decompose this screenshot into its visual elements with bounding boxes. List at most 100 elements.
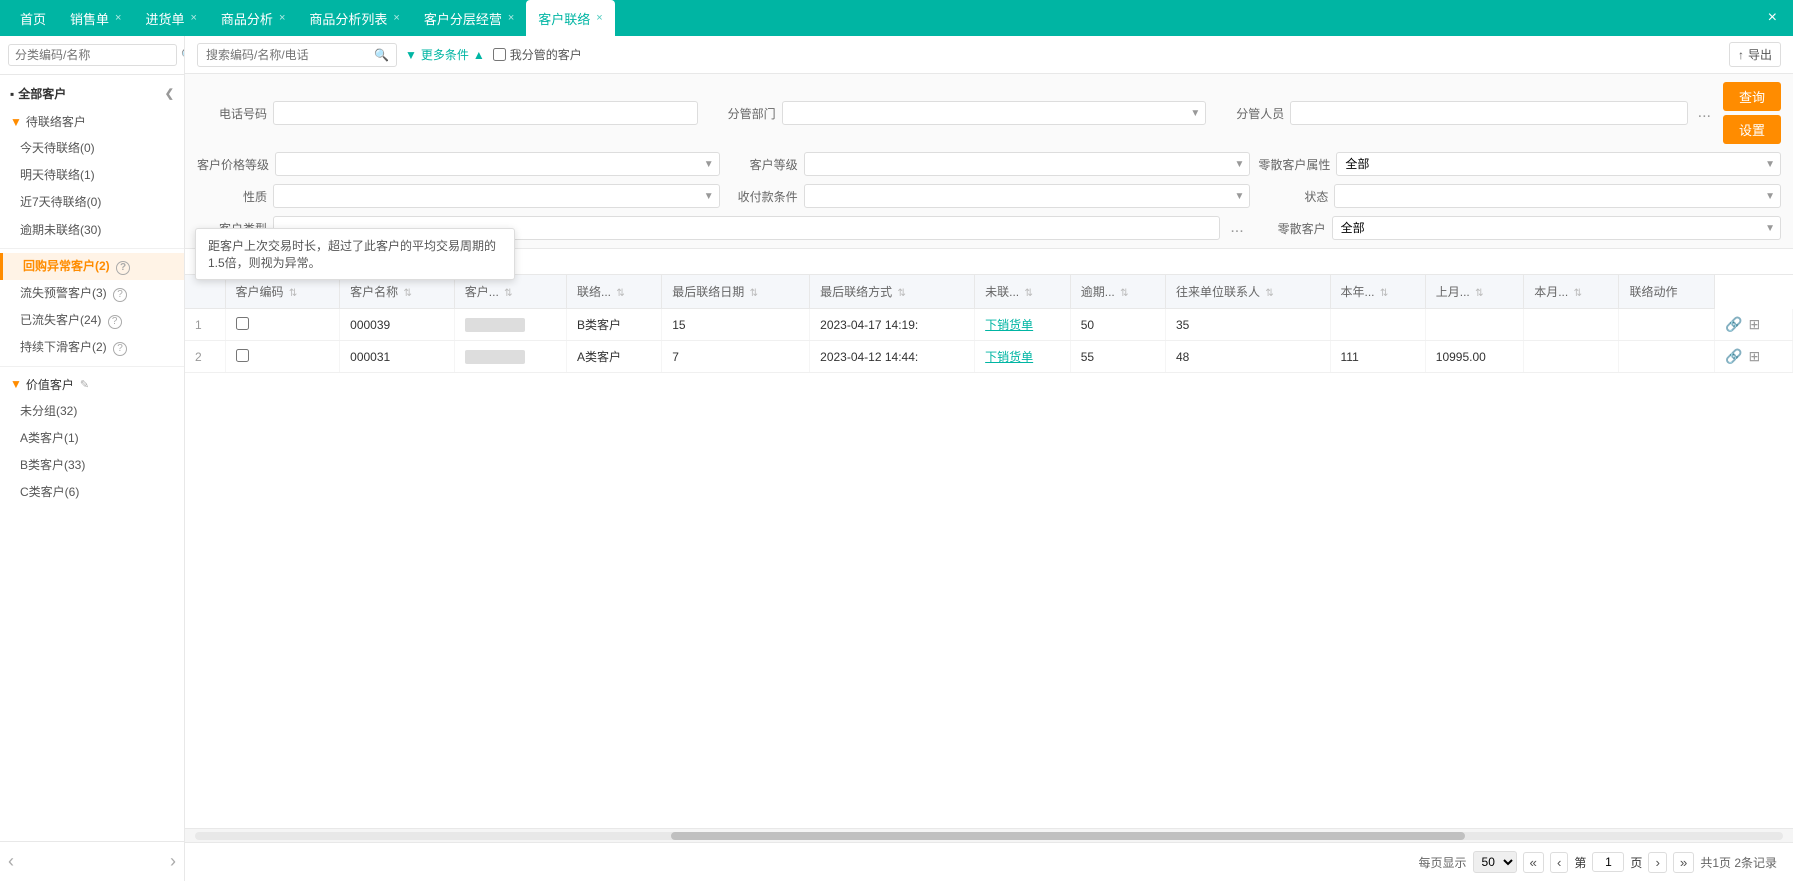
th-overdue[interactable]: 逾期... ⇅ xyxy=(1070,275,1165,309)
sidebar-item-repurchase[interactable]: 回购异常客户(2) ? xyxy=(0,253,184,280)
nav-item-customer-tier[interactable]: 客户分层经营 × xyxy=(412,0,526,36)
sidebar-item-today[interactable]: 今天待联络(0) xyxy=(0,135,184,162)
row1-unlisted: 50 xyxy=(1070,309,1165,341)
filter-search-input[interactable] xyxy=(197,43,397,67)
nav-close-customer-tier[interactable]: × xyxy=(508,12,514,24)
filter-person-input[interactable] xyxy=(1290,101,1687,125)
row2-checkbox[interactable] xyxy=(236,349,249,362)
sidebar-all-customers[interactable]: ▪ 全部客户 ❮ xyxy=(0,79,184,108)
setting-button[interactable]: 设置 xyxy=(1723,115,1781,144)
row1-link-icon[interactable]: 🔗 xyxy=(1725,316,1742,333)
sidebar-pending-section[interactable]: ▼ 待联络客户 xyxy=(0,108,184,135)
filter-cell-status: 状态 ▼ xyxy=(1258,184,1781,208)
repurchase-info-icon[interactable]: ? xyxy=(116,261,130,275)
query-button[interactable]: 查询 xyxy=(1723,82,1781,111)
sidebar-item-7days[interactable]: 近7天待联络(0) xyxy=(0,189,184,216)
filter-customer-level-select[interactable] xyxy=(804,152,1251,176)
filter-gender-select[interactable] xyxy=(273,184,720,208)
filter-price-select[interactable] xyxy=(275,152,720,176)
sidebar-right-arrow[interactable]: › xyxy=(170,851,176,872)
sidebar-item-ungroup[interactable]: 未分组(32) xyxy=(0,398,184,425)
churn-warning-info-icon[interactable]: ? xyxy=(113,288,127,302)
sidebar-item-churned[interactable]: 已流失客户(24) ? xyxy=(0,307,184,334)
th-current-month[interactable]: 本月... ⇅ xyxy=(1524,275,1619,309)
row2-last-method[interactable]: 下销货单 xyxy=(975,341,1071,373)
more-conditions-btn[interactable]: ▼ 更多条件 ▲ xyxy=(405,46,485,63)
edit-icon[interactable]: ✎ xyxy=(80,378,89,391)
nav-close-sales[interactable]: × xyxy=(115,12,121,24)
row2-type: A类客户 xyxy=(567,341,662,373)
filter-phone-input[interactable] xyxy=(273,101,698,125)
nav-close-analysis-list[interactable]: × xyxy=(393,12,399,24)
nav-item-analysis-list[interactable]: 商品分析列表 × xyxy=(297,0,411,36)
row2-method-link[interactable]: 下销货单 xyxy=(985,350,1033,364)
sidebar-item-c-class[interactable]: C类客户(6) xyxy=(0,479,184,506)
content-area: 🔍 ▼ 更多条件 ▲ 我分管的客户 ↑ 导出 电话号码 xyxy=(185,36,1793,881)
my-customers-checkbox[interactable] xyxy=(493,48,506,61)
next-page-btn[interactable]: › xyxy=(1648,852,1666,873)
churned-info-icon[interactable]: ? xyxy=(108,315,122,329)
th-last-contact-date[interactable]: 最后联络日期 ⇅ xyxy=(662,275,810,309)
sidebar-item-a-class[interactable]: A类客户(1) xyxy=(0,425,184,452)
nav-close-customer-contact[interactable]: × xyxy=(596,12,602,24)
per-page-select[interactable]: 50 xyxy=(1473,851,1517,873)
sidebar-divider-2 xyxy=(0,366,184,367)
customer-type-ellipsis[interactable]: ... xyxy=(1226,219,1247,237)
sidebar-item-tomorrow[interactable]: 明天待联络(1) xyxy=(0,162,184,189)
sidebar-left-arrow[interactable]: ‹ xyxy=(8,851,14,872)
sidebar-item-churn-warning[interactable]: 流失预警客户(3) ? xyxy=(0,280,184,307)
filter-retail-customer-select[interactable]: 全部 xyxy=(1332,216,1781,240)
th-last-contact-method[interactable]: 最后联络方式 ⇅ xyxy=(810,275,975,309)
sidebar-item-b-class[interactable]: B类客户(33) xyxy=(0,452,184,479)
nav-close-analysis[interactable]: × xyxy=(279,12,285,24)
row2-num: 2 xyxy=(185,341,225,373)
th-contact-person[interactable]: 往来单位联系人 ⇅ xyxy=(1166,275,1331,309)
filter-row-3: 性质 ▼ 收付款条件 ▼ 状态 xyxy=(197,184,1781,208)
row1-method-link[interactable]: 下销货单 xyxy=(985,318,1033,332)
declining-info-icon[interactable]: ? xyxy=(113,342,127,356)
first-page-btn[interactable]: « xyxy=(1523,852,1544,873)
nav-item-home[interactable]: 首页 xyxy=(8,0,58,36)
row2-name xyxy=(454,341,566,373)
row1-grid-icon[interactable]: ⊞ xyxy=(1749,316,1761,333)
nav-close-purchase[interactable]: × xyxy=(190,12,196,24)
filter-search-icon[interactable]: 🔍 xyxy=(374,48,389,62)
last-page-btn[interactable]: » xyxy=(1673,852,1694,873)
th-customer-type[interactable]: 客户... ⇅ xyxy=(454,275,566,309)
th-contact-count[interactable]: 联络... ⇅ xyxy=(567,275,662,309)
row1-checkbox[interactable] xyxy=(236,317,249,330)
prev-page-btn[interactable]: ‹ xyxy=(1550,852,1568,873)
nav-item-purchase[interactable]: 进货单 × xyxy=(133,0,208,36)
filter-dept-select[interactable] xyxy=(782,101,1207,125)
nav-item-analysis[interactable]: 商品分析 × xyxy=(209,0,297,36)
th-code[interactable]: 客户编码 ⇅ xyxy=(225,275,340,309)
export-button[interactable]: ↑ 导出 xyxy=(1729,42,1781,67)
window-close-button[interactable]: × xyxy=(1760,9,1785,27)
nav-item-customer-contact[interactable]: 客户联络 × xyxy=(526,0,614,36)
sidebar-search-input[interactable] xyxy=(8,44,177,66)
horizontal-scrollbar[interactable] xyxy=(185,828,1793,842)
person-ellipsis-btn[interactable]: ... xyxy=(1694,104,1715,122)
row2-last-date: 2023-04-12 14:44: xyxy=(810,341,975,373)
th-name[interactable]: 客户名称 ⇅ xyxy=(340,275,455,309)
row1-last-method[interactable]: 下销货单 xyxy=(975,309,1071,341)
filter-retail-attr-select[interactable]: 全部 xyxy=(1336,152,1781,176)
row2-grid-icon[interactable]: ⊞ xyxy=(1749,348,1761,365)
sidebar-item-overdue[interactable]: 逾期未联络(30) xyxy=(0,217,184,244)
th-last-month[interactable]: 上月... ⇅ xyxy=(1425,275,1523,309)
filter-cell-dept: 分管部门 ▼ xyxy=(706,101,1207,125)
th-unlisted[interactable]: 未联... ⇅ xyxy=(975,275,1071,309)
sidebar-value-section[interactable]: ▼ 价值客户 ✎ xyxy=(0,371,184,398)
page-input[interactable] xyxy=(1592,852,1624,872)
row2-link-icon[interactable]: 🔗 xyxy=(1725,348,1742,365)
sidebar-collapse-btn[interactable]: ❮ xyxy=(165,87,174,100)
filter-cell-payment: 收付款条件 ▼ xyxy=(728,184,1251,208)
sidebar-item-declining[interactable]: 持续下滑客户(2) ? xyxy=(0,334,184,361)
nav-item-sales[interactable]: 销售单 × xyxy=(58,0,133,36)
filter-row-2: 客户价格等级 ▼ 客户等级 ▼ 零散客户属性 xyxy=(197,152,1781,176)
filter-payment-select[interactable] xyxy=(804,184,1251,208)
filter-cell-customer-level: 客户等级 ▼ xyxy=(728,152,1251,176)
th-current-year[interactable]: 本年... ⇅ xyxy=(1330,275,1425,309)
table-header-row: 客户编码 ⇅ 客户名称 ⇅ 客户... ⇅ 联络... xyxy=(185,275,1793,309)
filter-status-select[interactable] xyxy=(1334,184,1781,208)
